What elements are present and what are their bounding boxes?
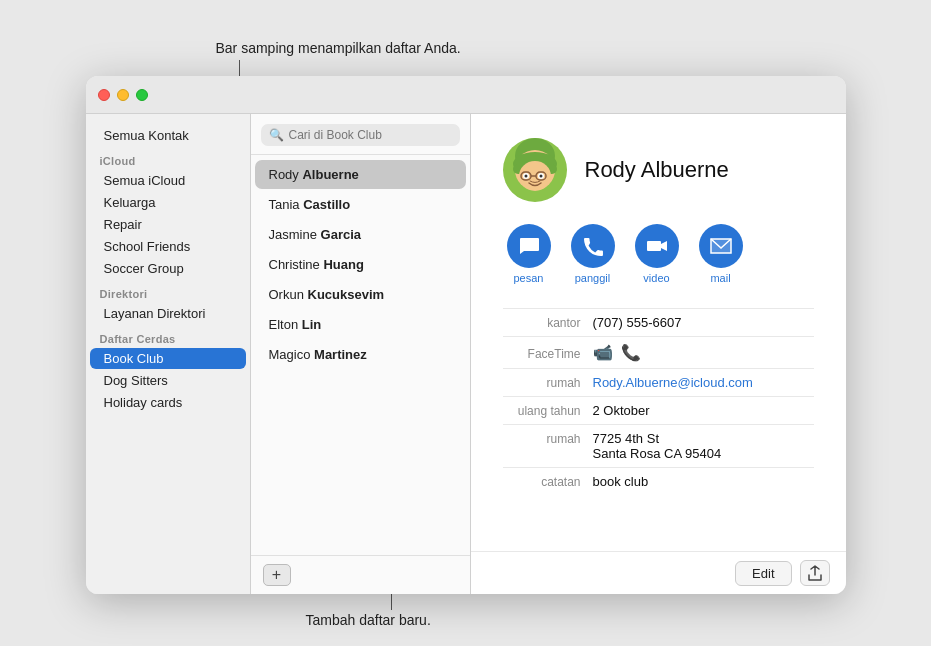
field-row-birthday: ulang tahun 2 Oktober	[503, 396, 814, 424]
contact-item-magico[interactable]: Magico Martinez	[255, 340, 466, 369]
search-bar: 🔍	[261, 124, 460, 146]
titlebar	[86, 76, 846, 114]
contact-item-christine[interactable]: Christine Huang	[255, 250, 466, 279]
close-button[interactable]	[98, 89, 110, 101]
avatar	[503, 138, 567, 202]
video-icon	[635, 224, 679, 268]
contact-list: Rody Albuerne Tania Castillo Jasmine Gar…	[251, 155, 470, 555]
mail-icon	[699, 224, 743, 268]
field-row-facetime: FaceTime 📹 📞	[503, 336, 814, 368]
field-value-kantor[interactable]: (707) 555-6607	[593, 315, 814, 330]
detail-content: Rody Albuerne pesan	[471, 114, 846, 551]
sidebar-item-dog-sitters[interactable]: Dog Sitters	[90, 370, 246, 391]
contact-item-elton[interactable]: Elton Lin	[255, 310, 466, 339]
sidebar-item-all-icloud[interactable]: Semua iCloud	[90, 170, 246, 191]
edit-button[interactable]: Edit	[735, 561, 791, 586]
contact-last-name: Albuerne	[302, 167, 358, 182]
contact-name-display: Rody Albuerne	[585, 157, 729, 183]
detail-fields: kantor (707) 555-6607 FaceTime 📹 📞 rumah	[503, 308, 814, 495]
sidebar-item-repair[interactable]: Repair	[90, 214, 246, 235]
contact-first-name: Rody	[269, 167, 299, 182]
avatar-image	[503, 138, 567, 202]
mail-action-button[interactable]: mail	[699, 224, 743, 284]
sidebar-section-direktori: Direktori	[86, 280, 250, 302]
message-action-button[interactable]: pesan	[507, 224, 551, 284]
call-action-button[interactable]: panggil	[571, 224, 615, 284]
facetime-video-icon[interactable]: 📹	[593, 343, 613, 362]
sidebar-item-soccer-group[interactable]: Soccer Group	[90, 258, 246, 279]
sidebar-section-daftar-cerdas: Daftar Cerdas	[86, 325, 250, 347]
annotation-top: Bar samping menampilkan daftar Anda.	[216, 40, 846, 56]
call-icon	[571, 224, 615, 268]
detail-footer: Edit	[471, 551, 846, 594]
share-button[interactable]	[800, 560, 830, 586]
field-value-email[interactable]: Rody.Albuerne@icloud.com	[593, 375, 814, 390]
call-label: panggil	[575, 272, 610, 284]
field-label-facetime: FaceTime	[503, 347, 593, 361]
field-value-birthday: 2 Oktober	[593, 403, 814, 418]
field-value-facetime: 📹 📞	[593, 343, 814, 362]
field-value-notes: book club	[593, 474, 814, 489]
field-label-kantor: kantor	[503, 316, 593, 330]
add-contact-button[interactable]: +	[263, 564, 291, 586]
field-label-notes: catatan	[503, 475, 593, 489]
search-input[interactable]	[289, 128, 452, 142]
action-buttons: pesan panggil	[507, 224, 814, 284]
svg-point-10	[524, 175, 527, 178]
contact-header: Rody Albuerne	[503, 138, 814, 202]
video-action-button[interactable]: video	[635, 224, 679, 284]
field-label-birthday: ulang tahun	[503, 404, 593, 418]
contact-item-rody[interactable]: Rody Albuerne	[255, 160, 466, 189]
sidebar-item-book-club[interactable]: Book Club	[90, 348, 246, 369]
field-row-address: rumah 7725 4th St Santa Rosa CA 95404	[503, 424, 814, 467]
traffic-lights	[98, 89, 148, 101]
sidebar-item-holiday-cards[interactable]: Holiday cards	[90, 392, 246, 413]
main-window: Semua Kontak iCloud Semua iCloud Keluarg…	[86, 76, 846, 594]
field-label-address: rumah	[503, 432, 593, 446]
svg-point-11	[539, 175, 542, 178]
field-row-kantor: kantor (707) 555-6607	[503, 308, 814, 336]
field-row-notes: catatan book club	[503, 467, 814, 495]
video-label: video	[643, 272, 669, 284]
list-footer: +	[251, 555, 470, 594]
field-label-rumah: rumah	[503, 376, 593, 390]
facetime-phone-icon[interactable]: 📞	[621, 343, 641, 362]
annotation-bottom: Tambah daftar baru.	[306, 612, 431, 628]
minimize-button[interactable]	[117, 89, 129, 101]
sidebar: Semua Kontak iCloud Semua iCloud Keluarg…	[86, 114, 251, 594]
contact-item-orkun[interactable]: Orkun Kucuksevim	[255, 280, 466, 309]
detail-pane: Rody Albuerne pesan	[471, 114, 846, 594]
contact-item-tania[interactable]: Tania Castillo	[255, 190, 466, 219]
contact-list-pane: 🔍 Rody Albuerne Tania Castillo Jasmine G…	[251, 114, 471, 594]
maximize-button[interactable]	[136, 89, 148, 101]
sidebar-item-layanan-direktori[interactable]: Layanan Direktori	[90, 303, 246, 324]
search-bar-wrapper: 🔍	[251, 114, 470, 155]
sidebar-item-keluarga[interactable]: Keluarga	[90, 192, 246, 213]
message-label: pesan	[514, 272, 544, 284]
sidebar-item-school-friends[interactable]: School Friends	[90, 236, 246, 257]
mail-label: mail	[710, 272, 730, 284]
field-row-email: rumah Rody.Albuerne@icloud.com	[503, 368, 814, 396]
sidebar-section-icloud: iCloud	[86, 147, 250, 169]
sidebar-item-all-contacts[interactable]: Semua Kontak	[90, 125, 246, 146]
search-icon: 🔍	[269, 128, 284, 142]
field-value-address: 7725 4th St Santa Rosa CA 95404	[593, 431, 814, 461]
message-icon	[507, 224, 551, 268]
contact-item-jasmine[interactable]: Jasmine Garcia	[255, 220, 466, 249]
content-area: Semua Kontak iCloud Semua iCloud Keluarg…	[86, 114, 846, 594]
